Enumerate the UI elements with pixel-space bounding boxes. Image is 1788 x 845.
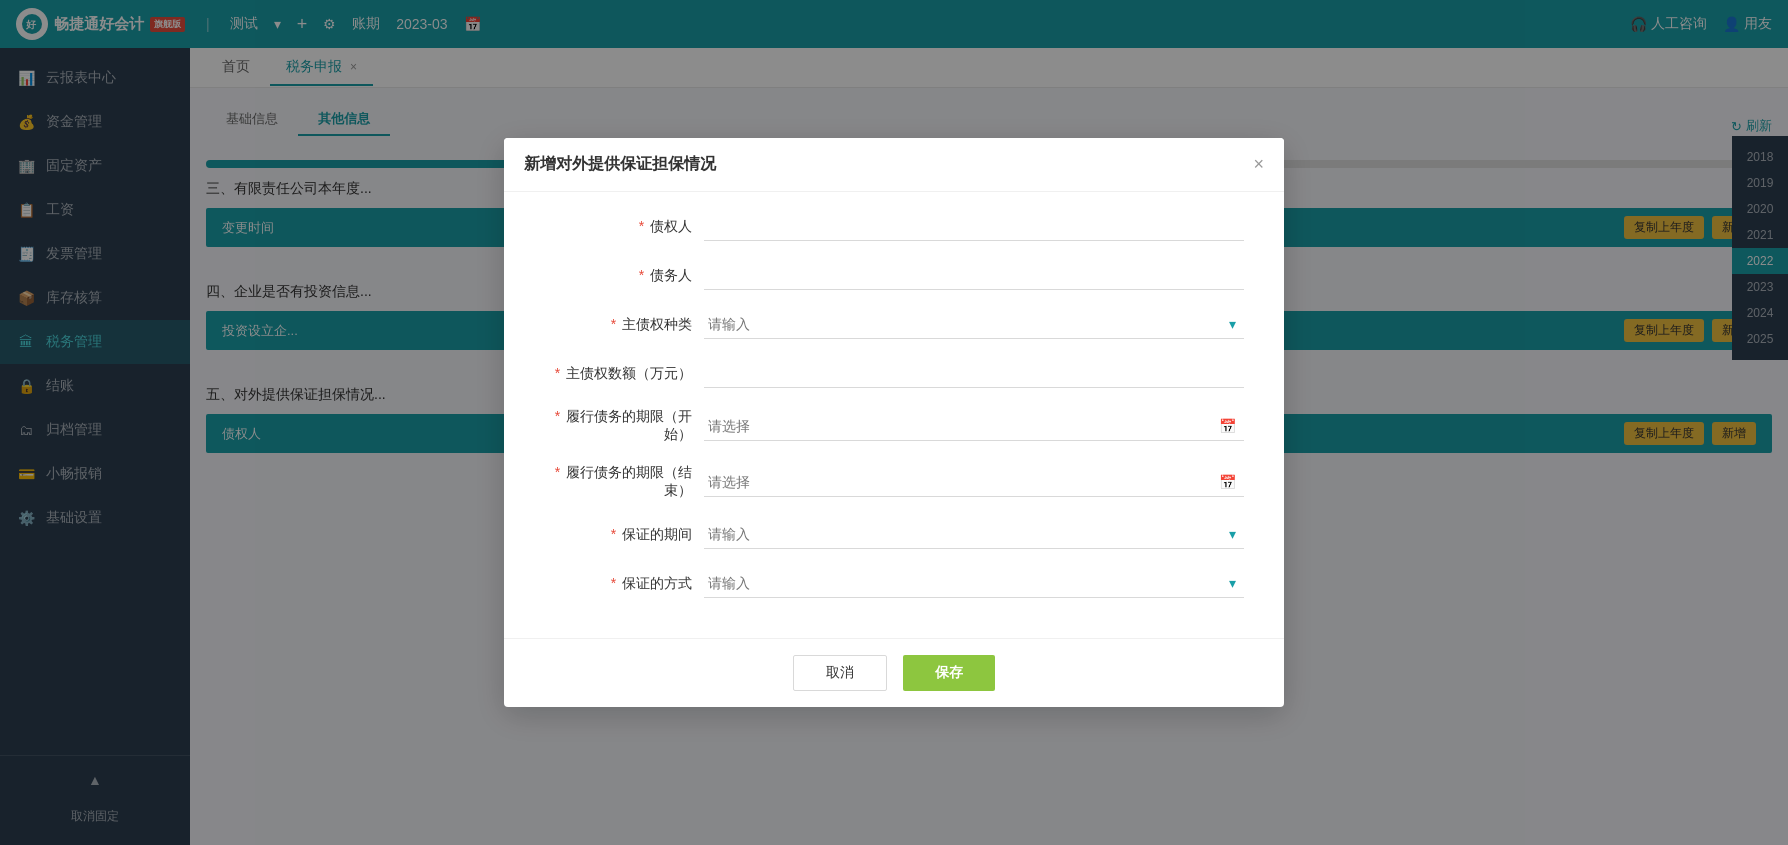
modal-body: * 债权人 * 债务人 * 主债权种类 [504, 192, 1284, 638]
modal-footer: 取消 保存 [504, 638, 1284, 707]
input-start-date[interactable] [704, 412, 1211, 440]
select-guarantee-period[interactable]: ▾ [704, 520, 1244, 549]
chevron-down-method-icon[interactable]: ▾ [1221, 575, 1244, 591]
label-claim-amount: * 主债权数额（万元） [544, 365, 704, 383]
calendar-end-icon[interactable]: 📅 [1211, 474, 1244, 490]
modal-overlay: 新增对外提供保证担保情况 × * 债权人 * 债务人 [0, 0, 1788, 845]
chevron-down-icon[interactable]: ▾ [1221, 316, 1244, 332]
input-claim-amount[interactable] [704, 359, 1244, 388]
modal-close-button[interactable]: × [1253, 154, 1264, 175]
save-button[interactable]: 保存 [903, 655, 995, 691]
calendar-start-icon[interactable]: 📅 [1211, 418, 1244, 434]
label-guarantee-period: * 保证的期间 [544, 526, 704, 544]
modal-header: 新增对外提供保证担保情况 × [504, 138, 1284, 192]
date-end-date[interactable]: 📅 [704, 468, 1244, 497]
input-guarantee-period[interactable] [704, 520, 1221, 548]
form-row-guarantee-method: * 保证的方式 ▾ [544, 569, 1244, 598]
select-guarantee-method[interactable]: ▾ [704, 569, 1244, 598]
select-claim-type[interactable]: ▾ [704, 310, 1244, 339]
form-row-creditor: * 债权人 [544, 212, 1244, 241]
label-guarantee-method: * 保证的方式 [544, 575, 704, 593]
label-creditor: * 债权人 [544, 218, 704, 236]
chevron-down-period-icon[interactable]: ▾ [1221, 526, 1244, 542]
input-guarantee-method[interactable] [704, 569, 1221, 597]
modal-title: 新增对外提供保证担保情况 [524, 154, 716, 175]
label-start-date: * 履行债务的期限（开始） [544, 408, 704, 444]
form-row-end-date: * 履行债务的期限（结束） 📅 [544, 464, 1244, 500]
form-row-claim-amount: * 主债权数额（万元） [544, 359, 1244, 388]
input-debtor[interactable] [704, 261, 1244, 290]
form-row-claim-type: * 主债权种类 ▾ [544, 310, 1244, 339]
label-claim-type: * 主债权种类 [544, 316, 704, 334]
date-start-date[interactable]: 📅 [704, 412, 1244, 441]
input-claim-type[interactable] [704, 310, 1221, 338]
input-creditor[interactable] [704, 212, 1244, 241]
cancel-button[interactable]: 取消 [793, 655, 887, 691]
label-end-date: * 履行债务的期限（结束） [544, 464, 704, 500]
modal: 新增对外提供保证担保情况 × * 债权人 * 债务人 [504, 138, 1284, 707]
form-row-guarantee-period: * 保证的期间 ▾ [544, 520, 1244, 549]
form-row-start-date: * 履行债务的期限（开始） 📅 [544, 408, 1244, 444]
input-end-date[interactable] [704, 468, 1211, 496]
form-row-debtor: * 债务人 [544, 261, 1244, 290]
label-debtor: * 债务人 [544, 267, 704, 285]
